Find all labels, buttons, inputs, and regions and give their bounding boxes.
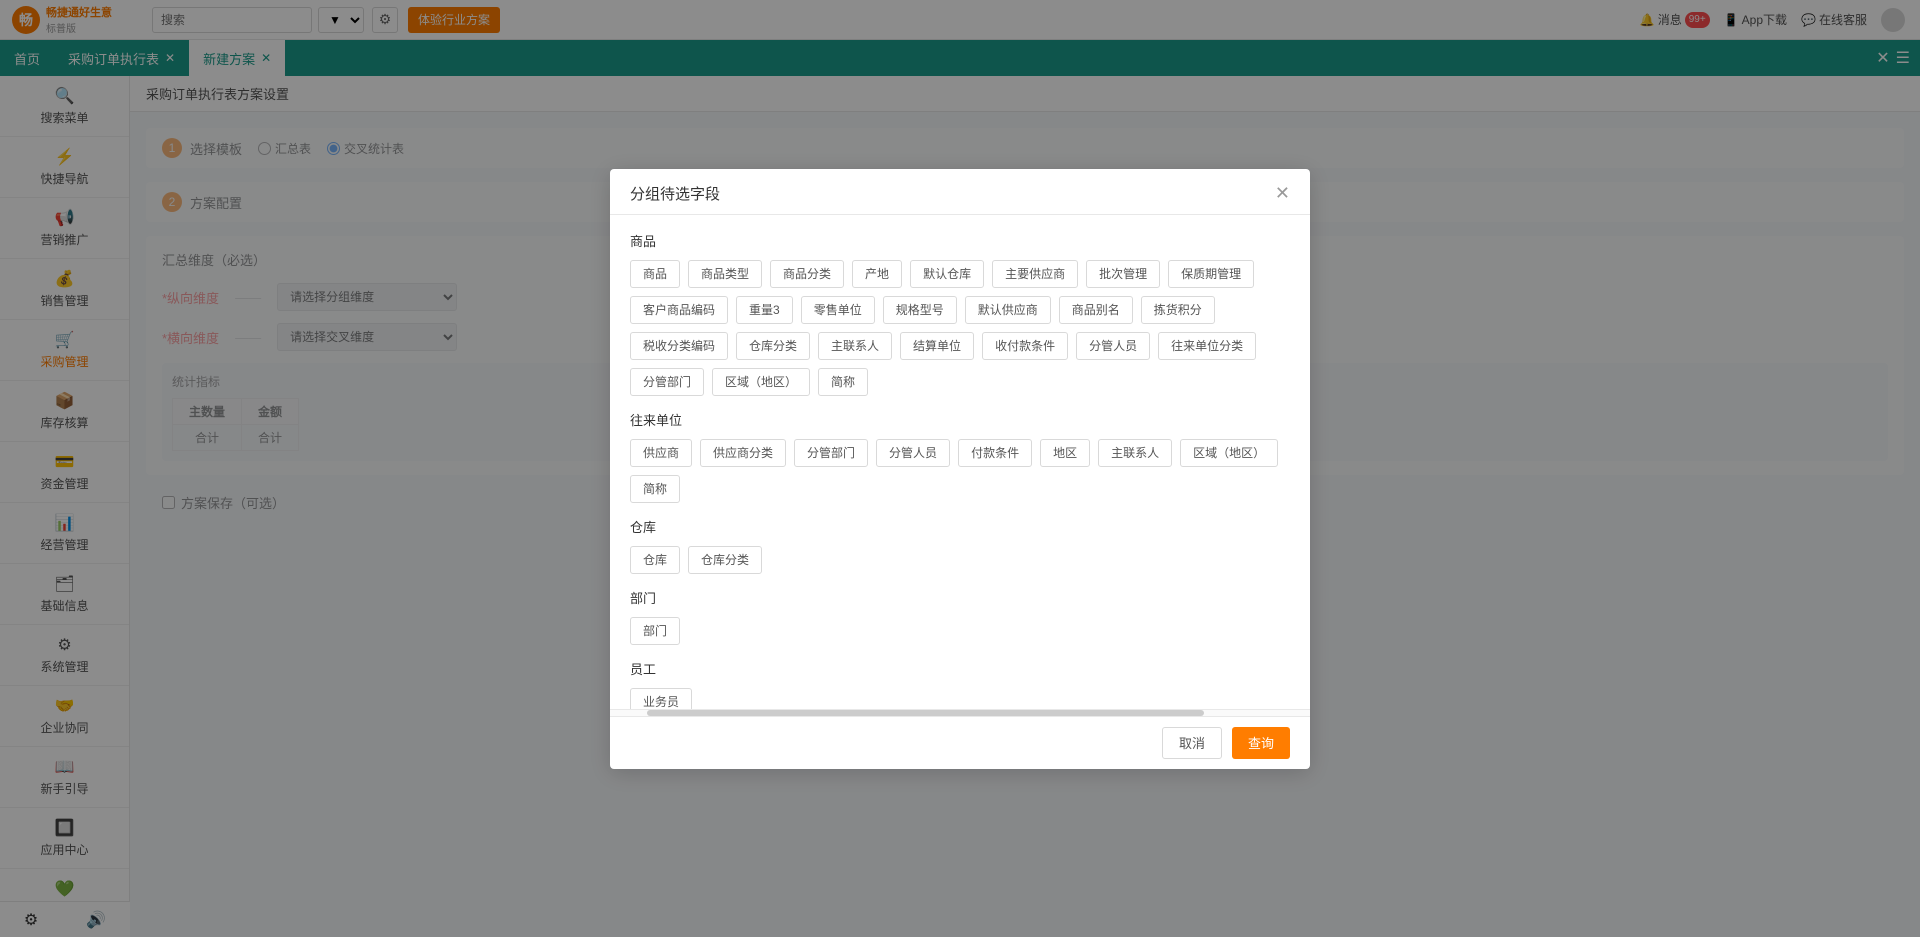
confirm-button[interactable]: 查询 — [1232, 727, 1290, 759]
field-tag-partner-1[interactable]: 供应商分类 — [700, 439, 786, 467]
field-tag-product-23[interactable]: 区域（地区） — [712, 368, 810, 396]
section-title-product: 商品 — [630, 231, 1290, 250]
section-title-warehouse: 仓库 — [630, 517, 1290, 536]
field-tag-product-15[interactable]: 税收分类编码 — [630, 332, 728, 360]
modal-title: 分组待选字段 — [630, 183, 720, 204]
field-tag-partner-0[interactable]: 供应商 — [630, 439, 692, 467]
field-tag-product-24[interactable]: 简称 — [818, 368, 868, 396]
field-tag-product-6[interactable]: 批次管理 — [1086, 260, 1160, 288]
field-tag-product-22[interactable]: 分管部门 — [630, 368, 704, 396]
field-tag-product-3[interactable]: 产地 — [852, 260, 902, 288]
section-title-department: 部门 — [630, 588, 1290, 607]
field-tag-partner-5[interactable]: 地区 — [1040, 439, 1090, 467]
section-title-employee: 员工 — [630, 659, 1290, 678]
field-tag-product-16[interactable]: 仓库分类 — [736, 332, 810, 360]
field-tags-partner: 供应商 供应商分类 分管部门 分管人员 付款条件 地区 主联系人 区域（地区） … — [630, 439, 1290, 503]
field-tags-warehouse: 仓库 仓库分类 — [630, 546, 1290, 574]
field-tag-partner-7[interactable]: 区域（地区） — [1180, 439, 1278, 467]
field-tag-partner-6[interactable]: 主联系人 — [1098, 439, 1172, 467]
modal-hscrollbar[interactable] — [610, 709, 1310, 716]
field-tag-product-8[interactable]: 客户商品编码 — [630, 296, 728, 324]
field-tag-product-13[interactable]: 商品别名 — [1059, 296, 1133, 324]
field-tags-employee: 业务员 — [630, 688, 1290, 709]
field-tags-department: 部门 — [630, 617, 1290, 645]
field-tag-product-14[interactable]: 拣货积分 — [1141, 296, 1215, 324]
field-tag-employee-0[interactable]: 业务员 — [630, 688, 692, 709]
field-tag-partner-3[interactable]: 分管人员 — [876, 439, 950, 467]
modal-body[interactable]: 商品 商品 商品类型 商品分类 产地 默认仓库 主要供应商 批次管理 保质期管理… — [610, 215, 1310, 709]
field-tag-partner-4[interactable]: 付款条件 — [958, 439, 1032, 467]
field-tag-partner-8[interactable]: 简称 — [630, 475, 680, 503]
field-tag-partner-2[interactable]: 分管部门 — [794, 439, 868, 467]
field-tag-product-21[interactable]: 往来单位分类 — [1158, 332, 1256, 360]
field-tag-department-0[interactable]: 部门 — [630, 617, 680, 645]
field-tag-warehouse-0[interactable]: 仓库 — [630, 546, 680, 574]
field-tag-product-2[interactable]: 商品分类 — [770, 260, 844, 288]
field-tag-product-19[interactable]: 收付款条件 — [982, 332, 1068, 360]
modal-close-button[interactable]: ✕ — [1275, 184, 1290, 202]
field-tag-product-0[interactable]: 商品 — [630, 260, 680, 288]
field-tag-product-5[interactable]: 主要供应商 — [992, 260, 1078, 288]
modal: 分组待选字段 ✕ 商品 商品 商品类型 商品分类 产地 默认仓库 主要供应商 批… — [610, 169, 1310, 769]
field-tag-product-17[interactable]: 主联系人 — [818, 332, 892, 360]
modal-overlay: 分组待选字段 ✕ 商品 商品 商品类型 商品分类 产地 默认仓库 主要供应商 批… — [0, 0, 1920, 937]
modal-footer: 取消 查询 — [610, 716, 1310, 769]
field-tag-warehouse-1[interactable]: 仓库分类 — [688, 546, 762, 574]
field-tag-product-10[interactable]: 零售单位 — [801, 296, 875, 324]
section-title-partner: 往来单位 — [630, 410, 1290, 429]
field-tag-product-1[interactable]: 商品类型 — [688, 260, 762, 288]
field-tag-product-12[interactable]: 默认供应商 — [965, 296, 1051, 324]
field-tags-product: 商品 商品类型 商品分类 产地 默认仓库 主要供应商 批次管理 保质期管理 客户… — [630, 260, 1290, 396]
field-tag-product-7[interactable]: 保质期管理 — [1168, 260, 1254, 288]
field-tag-product-4[interactable]: 默认仓库 — [910, 260, 984, 288]
modal-header: 分组待选字段 ✕ — [610, 169, 1310, 215]
field-tag-product-9[interactable]: 重量3 — [736, 296, 793, 324]
field-tag-product-18[interactable]: 结算单位 — [900, 332, 974, 360]
field-tag-product-20[interactable]: 分管人员 — [1076, 332, 1150, 360]
cancel-button[interactable]: 取消 — [1162, 727, 1222, 759]
field-tag-product-11[interactable]: 规格型号 — [883, 296, 957, 324]
